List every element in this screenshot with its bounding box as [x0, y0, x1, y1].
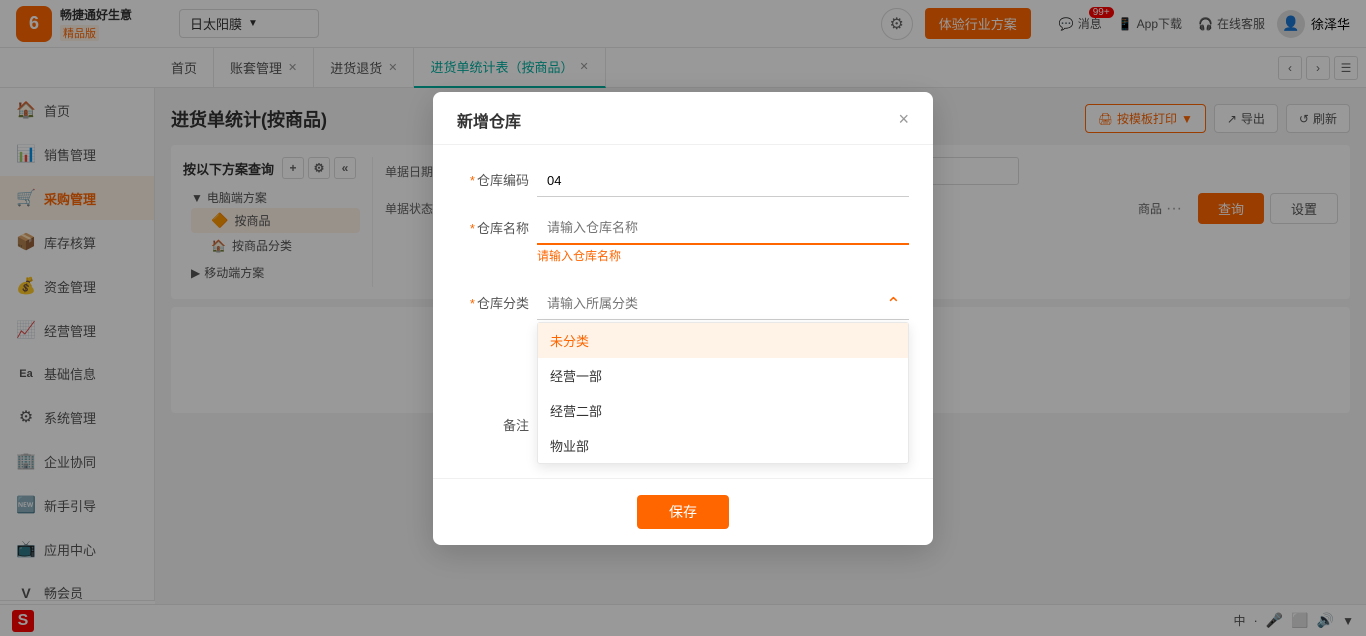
new-warehouse-modal: 新增仓库 × 仓库编码 仓库名称 请输入仓库名称 仓库分类	[433, 92, 933, 545]
code-field-row: 仓库编码	[457, 165, 909, 197]
dropdown-item-dept3[interactable]: 物业部	[538, 428, 908, 463]
category-label: 仓库分类	[457, 288, 537, 320]
category-input[interactable]	[537, 288, 909, 320]
category-dropdown-list: 未分类 经营一部 经营二部 物业部	[537, 322, 909, 464]
dropdown-item-unclassified[interactable]: 未分类	[538, 323, 908, 358]
code-input[interactable]	[537, 165, 909, 197]
modal-overlay: 新增仓库 × 仓库编码 仓库名称 请输入仓库名称 仓库分类	[0, 0, 1366, 636]
note-label: 备注	[457, 410, 537, 442]
name-input[interactable]	[537, 213, 909, 245]
name-input-wrapper: 请输入仓库名称	[537, 213, 909, 264]
name-label: 仓库名称	[457, 213, 537, 245]
code-label: 仓库编码	[457, 165, 537, 197]
dropdown-item-dept2[interactable]: 经营二部	[538, 393, 908, 428]
name-error-message: 请输入仓库名称	[537, 247, 909, 264]
modal-close-button[interactable]: ×	[898, 109, 909, 130]
dropdown-item-dept1[interactable]: 经营一部	[538, 358, 908, 393]
name-field-row: 仓库名称 请输入仓库名称	[457, 213, 909, 264]
modal-footer: 保存	[433, 478, 933, 545]
modal-body: 仓库编码 仓库名称 请输入仓库名称 仓库分类 ⌃ 未分类	[433, 145, 933, 478]
modal-header: 新增仓库 ×	[433, 92, 933, 145]
modal-title: 新增仓库	[457, 108, 521, 132]
category-field-row: 仓库分类 ⌃ 未分类 经营一部 经营二部 物业部	[457, 288, 909, 320]
category-dropdown-wrapper: ⌃ 未分类 经营一部 经营二部 物业部	[537, 288, 909, 320]
category-dropdown-arrow[interactable]: ⌃	[886, 295, 901, 313]
save-button[interactable]: 保存	[637, 495, 729, 529]
